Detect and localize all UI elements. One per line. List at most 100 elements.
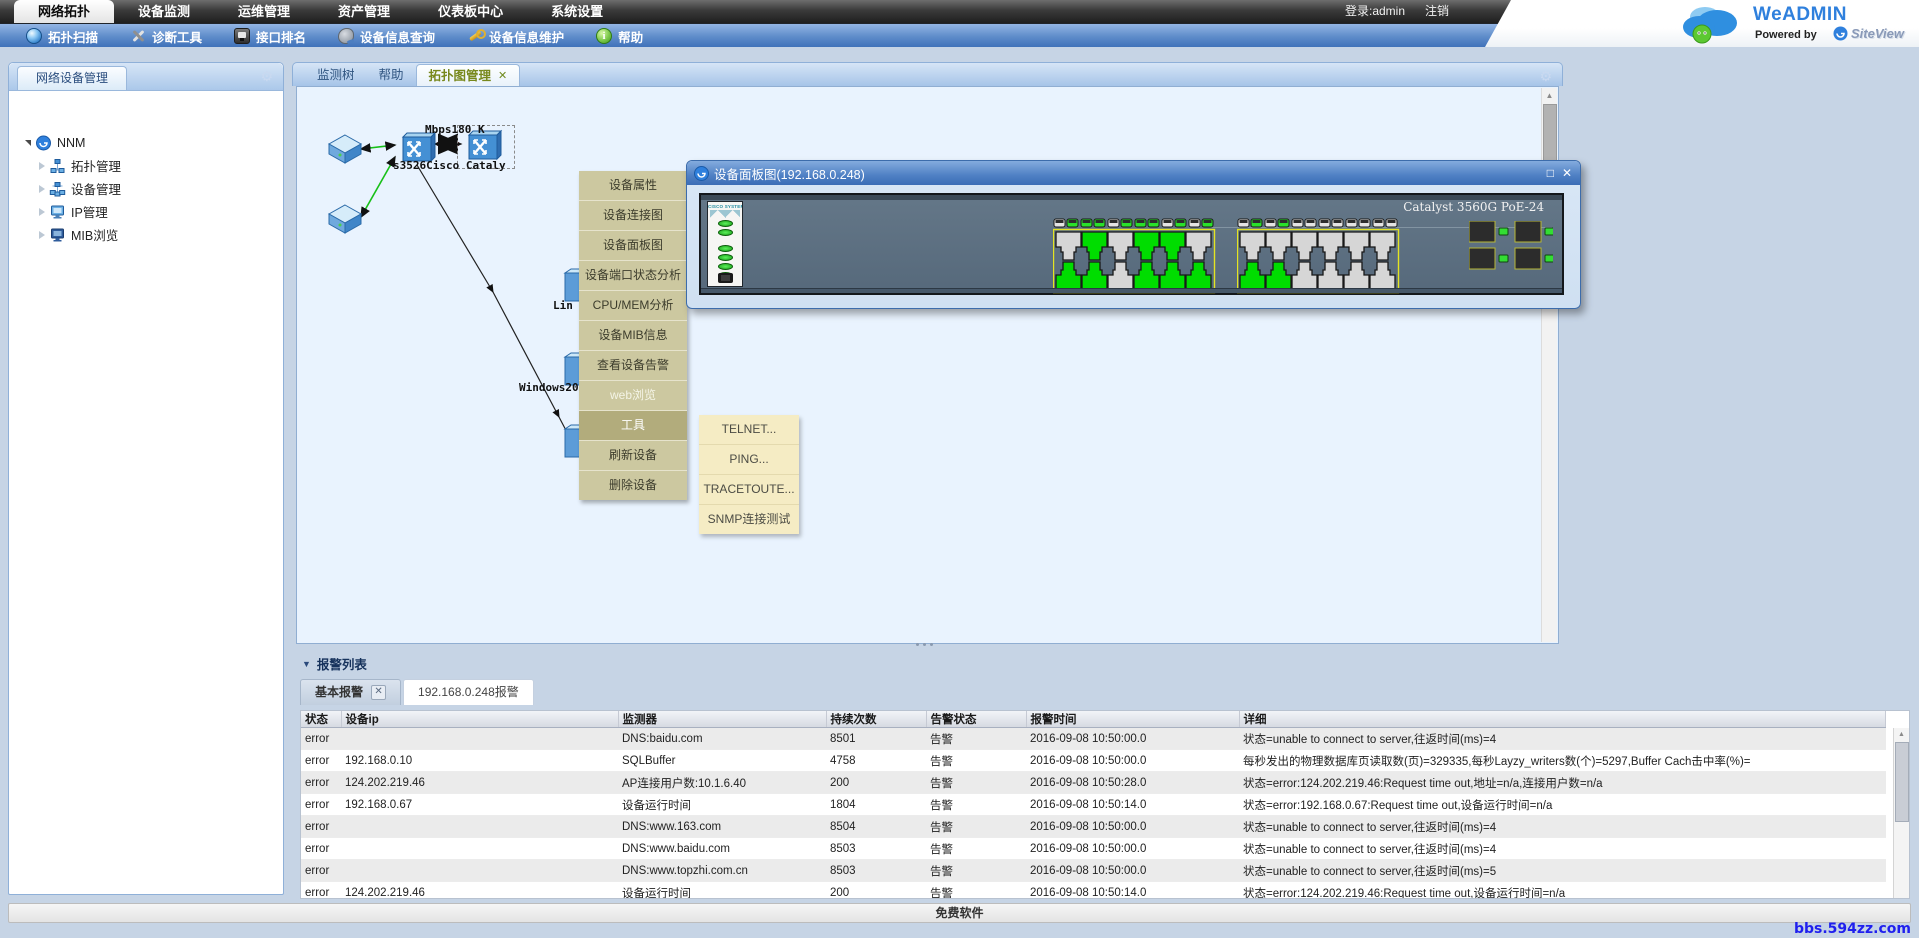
column-header-持续次数[interactable]: 持续次数: [826, 711, 927, 728]
alarm-row[interactable]: error 192.168.0.67 设备运行时间 1804 告警 2016-09-08 …: [301, 793, 1886, 816]
alarm-cell: error: [301, 793, 341, 816]
tool-button-label: 设备信息查询: [360, 30, 436, 45]
tree-collapse-arrow-icon[interactable]: [39, 161, 45, 170]
context-menu-item-CPU/MEM分析[interactable]: CPU/MEM分析: [579, 290, 687, 320]
menu-item-运维管理[interactable]: 运维管理: [214, 0, 314, 23]
tree-collapse-arrow-icon[interactable]: [39, 207, 45, 216]
tree-node-root[interactable]: NNM: [9, 131, 283, 154]
alarm-row[interactable]: error DNS:www.163.com 8504 告警 2016-09-08 10:…: [301, 815, 1886, 838]
port-group-1[interactable]: [1052, 217, 1219, 300]
context-menu-item-删除设备[interactable]: 删除设备: [579, 470, 687, 500]
alarm-row[interactable]: error DNS:www.topzhi.com.cn 8503 告警 2016-09-…: [301, 859, 1886, 882]
context-menu-item-工具[interactable]: 工具: [579, 410, 687, 440]
menu-item-仪表板中心[interactable]: 仪表板中心: [414, 0, 527, 23]
help-icon: [596, 28, 613, 44]
menu-item-资产管理[interactable]: 资产管理: [314, 0, 414, 23]
tree-expand-arrow-icon[interactable]: [25, 139, 31, 146]
alarm-cell: 8503: [826, 837, 926, 860]
alarm-cell: 告警: [926, 749, 1026, 772]
context-menu-item-设备属性[interactable]: 设备属性: [579, 171, 687, 200]
column-header-状态[interactable]: 状态: [301, 711, 342, 728]
scroll-up-arrow-icon[interactable]: ▲: [1894, 728, 1909, 741]
alarm-cell: [341, 815, 618, 838]
alarm-cell: 每秒发出的物理数据库页读取数(页)=329335,每秒Layzy_writers…: [1239, 749, 1886, 772]
context-menu-item-设备MIB信息[interactable]: 设备MIB信息: [579, 320, 687, 350]
tab-close-icon[interactable]: ✕: [498, 64, 507, 88]
alarm-cell: 2016-09-08 10:50:00.0: [1026, 837, 1239, 860]
alarm-tab-192.168.0.248报警[interactable]: 192.168.0.248报警: [403, 679, 534, 705]
tree-node-MIB浏览[interactable]: MIB浏览: [9, 223, 283, 246]
column-header-监测器[interactable]: 监测器: [618, 711, 827, 728]
gear-icon[interactable]: ⚙: [1539, 68, 1552, 85]
alarm-cell: 告警: [926, 793, 1026, 816]
column-header-报警时间[interactable]: 报警时间: [1026, 711, 1240, 728]
tree-collapse-arrow-icon[interactable]: [39, 184, 45, 193]
alarm-cell: 状态=error:192.168.0.67:Request time out,设…: [1239, 793, 1886, 816]
context-menu-item-web浏览[interactable]: web浏览: [579, 380, 687, 410]
menu-item-系统设置[interactable]: 系统设置: [527, 0, 627, 23]
brand-name: WeADMIN: [1753, 4, 1847, 25]
alarm-cell: DNS:www.topzhi.com.cn: [618, 859, 826, 882]
column-header-详细[interactable]: 详细: [1239, 711, 1886, 728]
close-icon[interactable]: ✕: [1562, 165, 1572, 181]
alarm-scrollbar[interactable]: ▲: [1893, 728, 1909, 898]
alarm-cell: 2016-09-08 10:50:14.0: [1026, 793, 1239, 816]
alarm-row[interactable]: error DNS:www.baidu.com 8503 告警 2016-09-08 1…: [301, 837, 1886, 860]
dialog-titlebar[interactable]: 设备面板图(192.168.0.248) □ ✕: [687, 161, 1580, 185]
submenu-item-TRACETOUTE...[interactable]: TRACETOUTE...: [699, 474, 799, 504]
tool-button-接口排名[interactable]: 接口排名: [218, 24, 322, 48]
gear-icon[interactable]: ⚙: [260, 68, 273, 85]
tree-node-设备管理[interactable]: 设备管理: [9, 177, 283, 200]
alarm-header[interactable]: ▼ 报警列表: [292, 648, 1914, 673]
context-menu-item-设备面板图[interactable]: 设备面板图: [579, 230, 687, 260]
context-menu-item-刷新设备[interactable]: 刷新设备: [579, 440, 687, 470]
context-menu-item-设备端口状态分析[interactable]: 设备端口状态分析: [579, 260, 687, 290]
context-menu-item-查看设备告警[interactable]: 查看设备告警: [579, 350, 687, 380]
alarm-tab-基本报警[interactable]: 基本报警 ✕: [300, 679, 402, 705]
workstation-cube-icon[interactable]: [327, 203, 363, 235]
tool-button-设备信息查询[interactable]: 设备信息查询: [322, 24, 451, 48]
collapse-arrow-icon[interactable]: ▼: [302, 659, 311, 669]
site-link[interactable]: bbs.594zz.com: [1794, 921, 1911, 937]
logout-link[interactable]: 注销: [1425, 0, 1449, 23]
tree-node-拓扑管理[interactable]: 拓扑管理: [9, 154, 283, 177]
menu-item-设备监测[interactable]: 设备监测: [114, 0, 214, 23]
network-device-panel: 网络设备管理 ⚙ NNM 拓扑管理 设备管理 IP管理 MIB浏览: [8, 62, 284, 895]
splitter-handle[interactable]: [910, 643, 938, 648]
workstation-cube-icon[interactable]: [327, 133, 363, 165]
tab-监测树[interactable]: 监测树: [305, 63, 367, 87]
context-menu-item-设备连接图[interactable]: 设备连接图: [579, 200, 687, 230]
status-led: [717, 263, 733, 270]
switch-front-panel: CISCO SYSTEMS Catalyst 3560G PoE-24: [699, 193, 1564, 295]
left-panel-title-tab[interactable]: 网络设备管理: [17, 66, 128, 90]
server-label: Windows20: [519, 381, 579, 394]
sfp-port-block[interactable]: [1468, 220, 1555, 276]
tool-button-帮助[interactable]: 帮助: [580, 24, 659, 48]
menu-item-网络拓扑[interactable]: 网络拓扑: [14, 0, 115, 23]
tab-帮助[interactable]: 帮助: [367, 63, 416, 87]
scrollbar-thumb[interactable]: [1895, 742, 1909, 822]
submenu-item-SNMP连接测试[interactable]: SNMP连接测试: [699, 504, 799, 534]
mode-button[interactable]: [718, 273, 733, 283]
scroll-up-arrow-icon[interactable]: ▲: [1542, 88, 1557, 103]
tab-拓扑图管理[interactable]: 拓扑图管理 ✕: [415, 64, 521, 88]
alarm-row[interactable]: error 124.202.219.46 设备运行时间 200 告警 2016-09-08…: [301, 881, 1886, 898]
port-group-2[interactable]: [1236, 217, 1403, 300]
tool-button-label: 帮助: [618, 30, 644, 45]
tool-button-设备信息维护[interactable]: 设备信息维护: [451, 24, 580, 48]
alarm-row[interactable]: error 124.202.219.46 AP连接用户数:10.1.6.40 200 告…: [301, 771, 1886, 794]
minimize-icon[interactable]: □: [1547, 165, 1554, 181]
tool-button-拓扑扫描[interactable]: 拓扑扫描: [10, 24, 114, 48]
column-header-告警状态[interactable]: 告警状态: [926, 711, 1027, 728]
tree-collapse-arrow-icon[interactable]: [39, 230, 45, 239]
column-header-设备ip[interactable]: 设备ip: [341, 711, 619, 728]
alarm-table-container: 状态 设备ip 监测器 持续次数 告警状态 报警时间 详细 error DNS:baidu.co…: [300, 710, 1910, 899]
alarm-row[interactable]: error 192.168.0.10 SQLBuffer 4758 告警 2016-09-…: [301, 749, 1886, 772]
submenu-item-PING...[interactable]: PING...: [699, 444, 799, 474]
siteview-logo: SiteView: [1833, 26, 1904, 41]
tree-node-IP管理[interactable]: IP管理: [9, 200, 283, 223]
alarm-row[interactable]: error DNS:baidu.com 8501 告警 2016-09-08 10:50…: [301, 727, 1886, 750]
tab-close-icon[interactable]: ✕: [371, 685, 387, 700]
submenu-item-TELNET...[interactable]: TELNET...: [699, 415, 799, 444]
tool-button-诊断工具[interactable]: 诊断工具: [114, 24, 218, 48]
